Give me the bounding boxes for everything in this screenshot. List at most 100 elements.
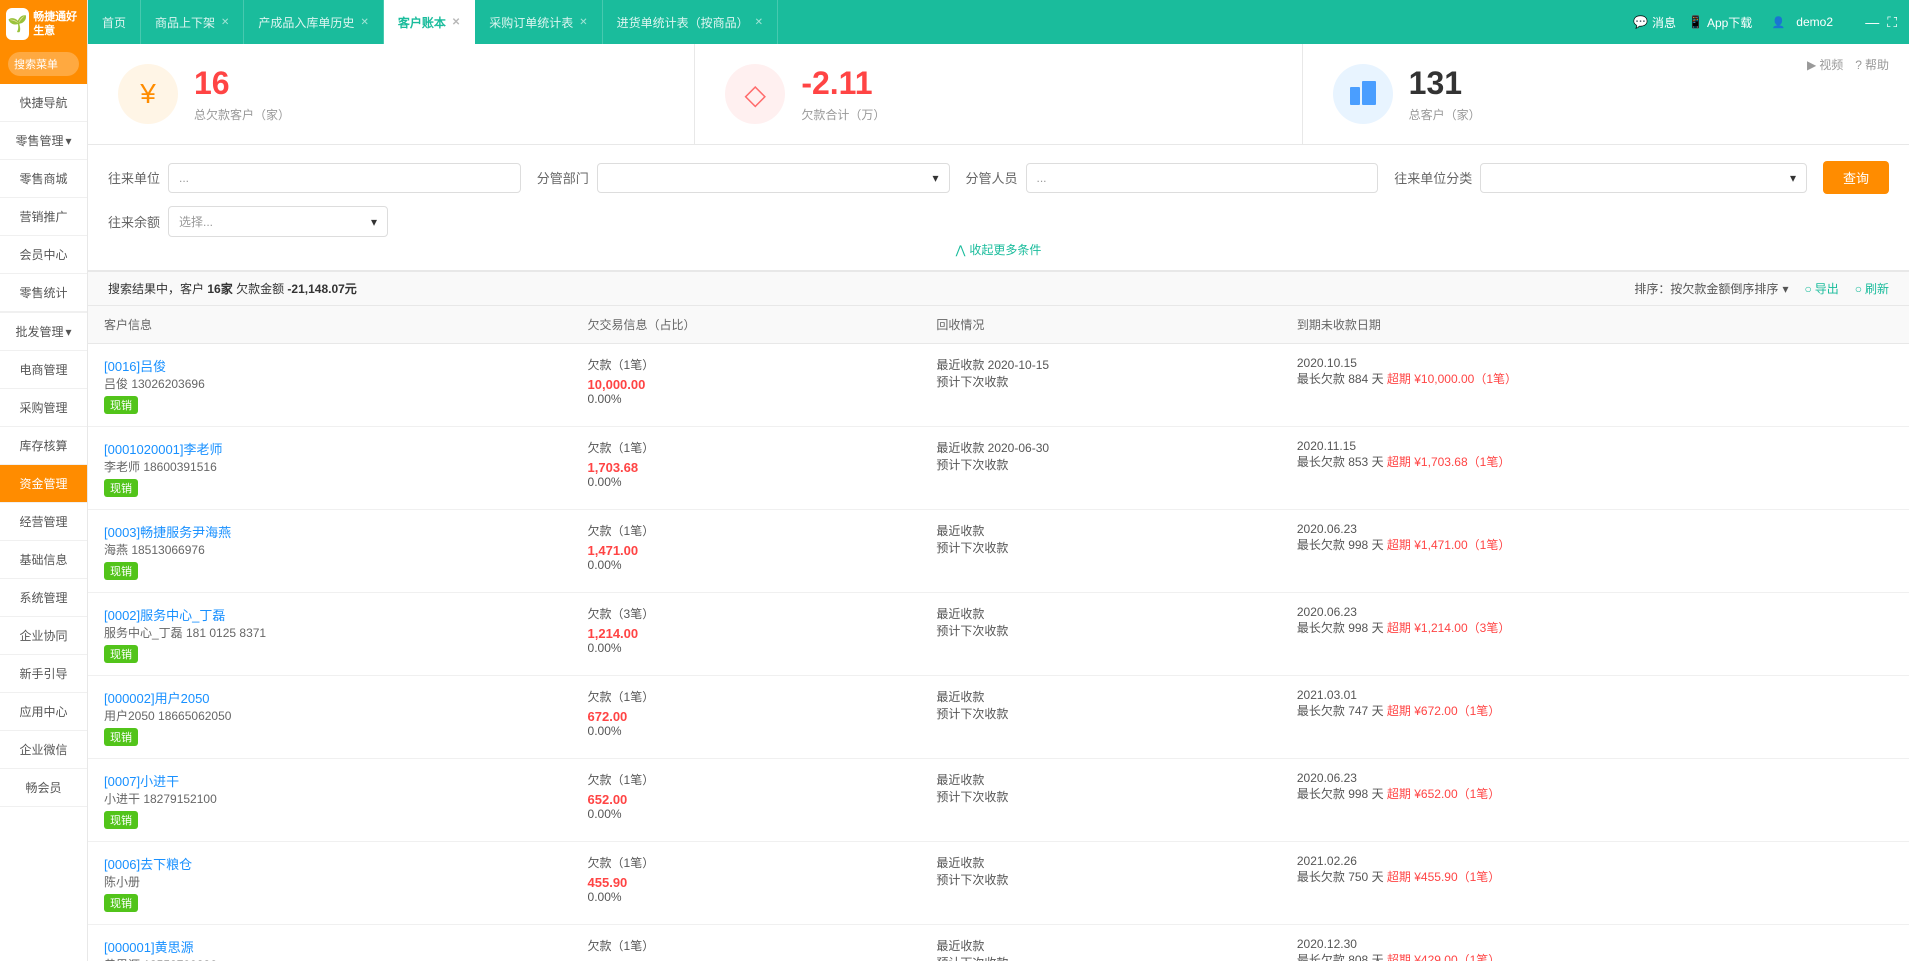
debt-amount-icon: ◇ <box>725 64 785 124</box>
customer-tag: 现销 <box>104 562 138 580</box>
stat-debt-customers: ¥ 16 总欠款客户（家） <box>88 44 695 144</box>
cell-due-date: 2020.06.23 最长欠款 998 天 超期 ¥1,471.00（1笔） <box>1281 510 1909 593</box>
cell-debt-info: 欠款（1笔） 652.00 0.00% <box>572 759 921 842</box>
data-table: 客户信息 欠交易信息（占比） 回收情况 到期未收款日期 [0016]吕俊 吕俊 … <box>88 306 1909 961</box>
overdue-link[interactable]: 超期 ¥455.90（1笔） <box>1387 870 1500 884</box>
overdue-link[interactable]: 超期 ¥1,703.68（1笔） <box>1387 455 1510 469</box>
tab-home[interactable]: 首页 <box>88 0 141 44</box>
cell-customer-info: [0006]去下粮仓 陈小册 现销 <box>88 842 572 925</box>
customer-name-link[interactable]: [0006]去下粮仓 <box>104 857 192 872</box>
debt-desc: 欠款（1笔） <box>588 854 905 871</box>
table-row: [000001]黄思源 黄思源 13552700226 现销 欠款（1笔） 42… <box>88 925 1909 961</box>
sidebar-item-quick-nav[interactable]: 快捷导航 <box>0 84 87 122</box>
sidebar-item-enterprise-wechat[interactable]: 企业微信 <box>0 731 87 769</box>
minimize-icon[interactable]: — <box>1865 14 1879 30</box>
overdue-link[interactable]: 超期 ¥1,214.00（3笔） <box>1387 621 1510 635</box>
next-payment: 预计下次收款 <box>936 871 1265 888</box>
tab-purchase-stats-product[interactable]: 进货单统计表（按商品） ✕ <box>603 0 778 44</box>
query-button[interactable]: 查询 <box>1823 161 1889 194</box>
cell-debt-info: 欠款（1笔） 429.00 0.00% <box>572 925 921 961</box>
unit-class-select[interactable]: ▾ <box>1480 163 1807 193</box>
sidebar-item-enterprise-coop[interactable]: 企业协同 <box>0 617 87 655</box>
app-download-button[interactable]: 📱 App下载 <box>1688 14 1752 31</box>
customer-name-link[interactable]: [0002]服务中心_丁磊 <box>104 608 225 623</box>
customer-contact: 服务中心_丁磊 181 0125 8371 <box>104 624 556 641</box>
collapse-filter-button[interactable]: ⋀ 收起更多条件 <box>108 237 1889 262</box>
sidebar-item-purchase-mgmt[interactable]: 采购管理 <box>0 389 87 427</box>
sidebar-item-member-center[interactable]: 会员中心 <box>0 236 87 274</box>
chevron-down-icon: ▾ <box>1790 171 1796 185</box>
chevron-down-icon: ▾ <box>65 134 71 148</box>
customer-name-link[interactable]: [000001]黄思源 <box>104 940 194 955</box>
debt-customers-label: 总欠款客户（家） <box>194 106 664 123</box>
close-icon[interactable]: ✕ <box>360 17 368 28</box>
tab-purchase-stats[interactable]: 采购订单统计表 ✕ <box>475 0 602 44</box>
tab-product-offline[interactable]: 商品上下架 ✕ <box>141 0 244 44</box>
overdue-link[interactable]: 超期 ¥10,000.00（1笔） <box>1387 372 1517 386</box>
sidebar-item-app-center[interactable]: 应用中心 <box>0 693 87 731</box>
customer-tag: 现销 <box>104 479 138 497</box>
sidebar-item-retail-store[interactable]: 零售商城 <box>0 160 87 198</box>
message-icon: 💬 <box>1633 15 1648 29</box>
cell-customer-info: [000002]用户2050 用户2050 18665062050 现销 <box>88 676 572 759</box>
overdue-days: 最长欠款 808 天 超期 ¥429.00（1笔） <box>1297 951 1893 961</box>
close-icon[interactable]: ✕ <box>221 17 229 28</box>
sidebar-item-inventory[interactable]: 库存核算 <box>0 427 87 465</box>
cell-recovery: 最近收款 预计下次收款 <box>920 593 1281 676</box>
sidebar-item-retail-stats[interactable]: 零售统计 <box>0 274 87 312</box>
sidebar-item-biz-mgmt[interactable]: 经营管理 <box>0 503 87 541</box>
customer-name-link[interactable]: [000002]用户2050 <box>104 691 210 706</box>
user-avatar[interactable]: 👤 demo2 <box>1764 8 1833 36</box>
debt-amount-info: -2.11 欠款合计（万） <box>801 65 1271 123</box>
overdue-days: 最长欠款 750 天 超期 ¥455.90（1笔） <box>1297 868 1893 885</box>
customer-name-link[interactable]: [0001020001]李老师 <box>104 442 223 457</box>
table-header-row: 客户信息 欠交易信息（占比） 回收情况 到期未收款日期 <box>88 306 1909 344</box>
manager-input[interactable]: ... <box>1026 163 1379 193</box>
source-unit-input[interactable]: ... <box>168 163 521 193</box>
customer-name-link[interactable]: [0016]吕俊 <box>104 359 166 374</box>
search-menu-button[interactable]: 搜索菜单 <box>8 52 79 76</box>
overdue-link[interactable]: 超期 ¥672.00（1笔） <box>1387 704 1500 718</box>
message-button[interactable]: 💬 消息 <box>1633 14 1676 31</box>
sidebar-item-chang-member[interactable]: 畅会员 <box>0 769 87 807</box>
filter-unit-class: 往来单位分类 ▾ <box>1394 163 1807 193</box>
export-button[interactable]: ○ 导出 <box>1804 280 1838 297</box>
maximize-icon[interactable]: ⛶ <box>1887 14 1897 31</box>
sidebar-item-sys-mgmt[interactable]: 系统管理 <box>0 579 87 617</box>
due-date: 2020.06.23 <box>1297 605 1893 619</box>
close-icon[interactable]: ✕ <box>452 17 460 28</box>
cell-due-date: 2021.02.26 最长欠款 750 天 超期 ¥455.90（1笔） <box>1281 842 1909 925</box>
overdue-link[interactable]: 超期 ¥652.00（1笔） <box>1387 787 1500 801</box>
last-payment: 最近收款 <box>936 688 1265 705</box>
sidebar-item-basic-info[interactable]: 基础信息 <box>0 541 87 579</box>
filter-manager: 分管人员 ... <box>966 163 1379 193</box>
tab-product-history[interactable]: 产成品入库单历史 ✕ <box>244 0 383 44</box>
close-icon[interactable]: ✕ <box>579 17 587 28</box>
sidebar-item-capital-mgmt[interactable]: 资金管理 <box>0 465 87 503</box>
customer-name-link[interactable]: [0007]小进干 <box>104 774 179 789</box>
cell-due-date: 2020.12.30 最长欠款 808 天 超期 ¥429.00（1笔） <box>1281 925 1909 961</box>
overdue-link[interactable]: 超期 ¥429.00（1笔） <box>1387 953 1500 961</box>
filter-source-unit: 往来单位 ... <box>108 163 521 193</box>
cell-customer-info: [0016]吕俊 吕俊 13026203696 现销 <box>88 344 572 427</box>
dept-select[interactable]: ▾ <box>597 163 950 193</box>
balance-select[interactable]: 选择... ▾ <box>168 206 388 237</box>
tab-customer-account[interactable]: 客户账本 ✕ <box>384 0 475 44</box>
customer-name-link[interactable]: [0003]畅捷服务尹海燕 <box>104 525 231 540</box>
video-link[interactable]: ▶ 视频 <box>1807 56 1843 73</box>
sidebar-item-marketing[interactable]: 营销推广 <box>0 198 87 236</box>
sort-select[interactable]: 排序：按欠款金额倒序排序 ▾ <box>1634 280 1788 297</box>
cell-recovery: 最近收款 预计下次收款 <box>920 510 1281 593</box>
sidebar-item-ecom-mgmt[interactable]: 电商管理 <box>0 351 87 389</box>
sidebar: 🌱 畅捷通好生意 搜索菜单 快捷导航 零售管理 ▾ 零售商城 营销推广 会员中心… <box>0 0 88 961</box>
last-payment: 最近收款 2020-06-30 <box>936 439 1265 456</box>
cell-customer-info: [000001]黄思源 黄思源 13552700226 现销 <box>88 925 572 961</box>
refresh-button[interactable]: ○ 刷新 <box>1855 280 1889 297</box>
debt-amount-label: 欠款合计（万） <box>801 106 1271 123</box>
help-link[interactable]: ? 帮助 <box>1855 56 1889 73</box>
sidebar-item-batch-mgmt[interactable]: 批发管理 ▾ <box>0 313 87 351</box>
close-icon[interactable]: ✕ <box>755 17 763 28</box>
sidebar-item-retail-mgmt[interactable]: 零售管理 ▾ <box>0 122 87 160</box>
sidebar-item-newbie-guide[interactable]: 新手引导 <box>0 655 87 693</box>
overdue-link[interactable]: 超期 ¥1,471.00（1笔） <box>1387 538 1510 552</box>
